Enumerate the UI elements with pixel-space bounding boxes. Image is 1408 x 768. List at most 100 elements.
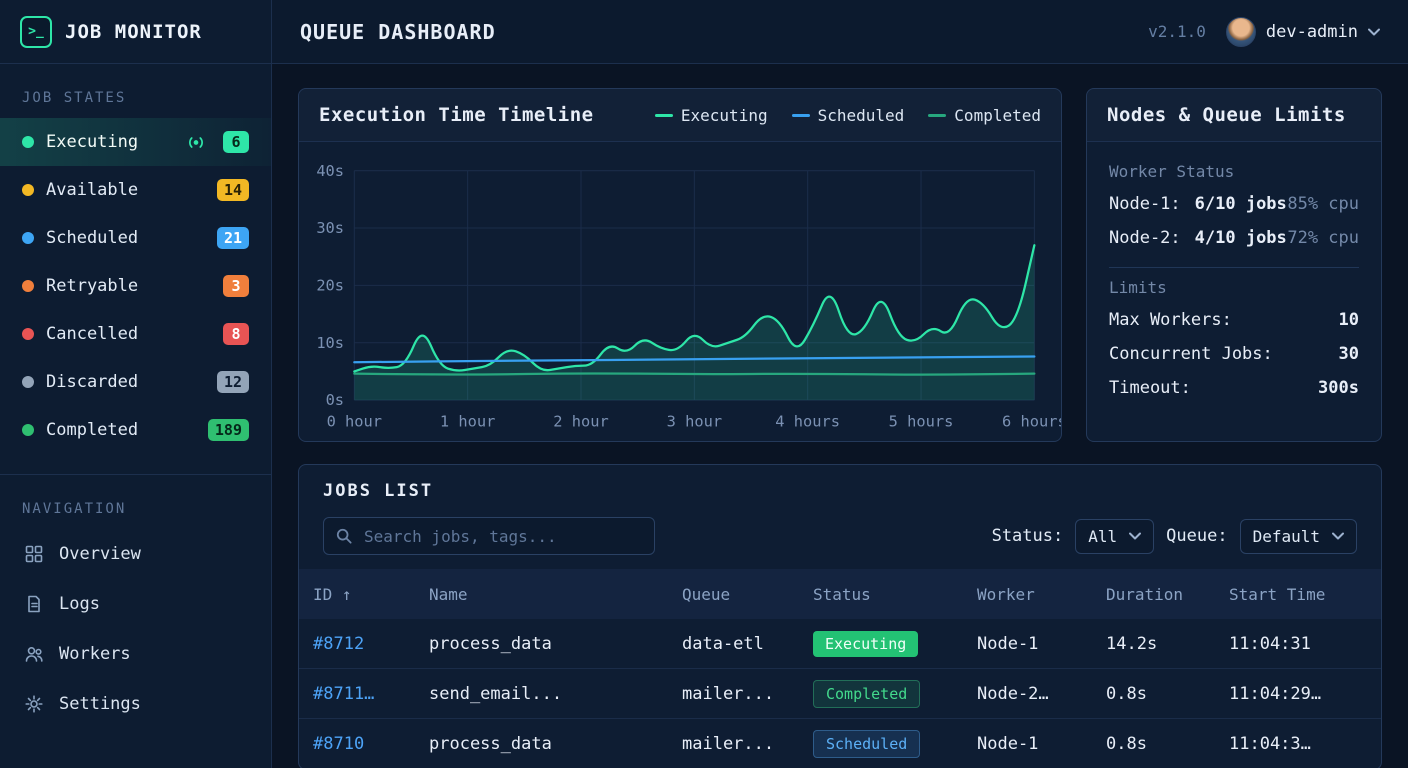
terminal-icon: >_ [20, 15, 52, 48]
node-jobs: 6/10 jobs [1194, 194, 1287, 214]
state-dot [22, 232, 34, 244]
user-menu[interactable]: dev-admin [1225, 16, 1380, 47]
legend-swatch [928, 113, 947, 117]
job-start-time: 11:04:3… [1229, 733, 1311, 754]
column-header-2[interactable]: Queue [682, 585, 813, 604]
header: QUEUE DASHBOARD v2.1.0 dev-admin [272, 0, 1408, 64]
gear-icon [24, 694, 44, 714]
state-count-badge: 12 [216, 371, 249, 393]
sidebar-state-retryable[interactable]: Retryable 3 [0, 262, 271, 310]
job-row[interactable]: #8711… send_email... mailer... Completed Nod… [299, 669, 1381, 720]
job-id-link[interactable]: #8710 [313, 734, 429, 754]
column-header-1[interactable]: Name [429, 585, 682, 604]
legend-scheduled[interactable]: Scheduled [791, 106, 904, 125]
limit-label: Concurrent Jobs: [1109, 344, 1273, 364]
status-filter-value: All [1088, 526, 1118, 546]
node-status-row: Node-1: 6/10 jobs 85% cpu [1109, 187, 1359, 221]
worker-status-label: Worker Status [1109, 162, 1235, 181]
job-states-label: JOB STATES [22, 90, 127, 106]
legend-completed[interactable]: Completed [928, 106, 1041, 125]
legend-executing[interactable]: Executing [654, 105, 768, 125]
job-name: process_data [429, 733, 552, 754]
limit-row: Max Workers: 10 [1109, 303, 1359, 337]
sidebar-state-scheduled[interactable]: Scheduled 21 [0, 214, 271, 262]
nav-item-label: Workers [59, 644, 131, 664]
state-dot [22, 184, 34, 196]
sidebar-state-available[interactable]: Available 14 [0, 166, 271, 214]
svg-text:4 hours: 4 hours [775, 413, 840, 431]
navigation-list: Overview Logs Workers Settings [0, 529, 271, 729]
job-status-cell: Scheduled [813, 729, 977, 758]
sidebar-item-overview[interactable]: Overview [0, 529, 271, 579]
page-title: QUEUE DASHBOARD [300, 19, 496, 44]
nav-item-label: Logs [59, 594, 100, 614]
state-label: Scheduled [46, 228, 139, 248]
sidebar-item-settings[interactable]: Settings [0, 679, 271, 729]
timeline-card: Execution Time Timeline Executing Schedul… [298, 88, 1062, 443]
job-states-list: Executing 6 Available 14 Scheduled 21 Retryabl… [0, 118, 271, 454]
jobs-card: JOBS LIST Status: All Que [298, 464, 1382, 768]
svg-text:0 hour: 0 hour [327, 413, 382, 431]
people-icon [24, 644, 44, 664]
job-queue: mailer... [682, 733, 775, 754]
state-dot [22, 328, 34, 340]
terminal-glyph: >_ [28, 24, 44, 39]
sidebar-state-completed[interactable]: Completed 189 [0, 406, 271, 454]
app-title: JOB MONITOR [65, 20, 202, 43]
timeline-card-title: Execution Time Timeline [319, 104, 594, 126]
job-row[interactable]: #8712 process_data data-etl Executing Node-1… [299, 619, 1381, 670]
jobs-card-header: JOBS LIST Status: All Que [299, 465, 1381, 569]
search-box[interactable] [323, 517, 655, 556]
execution-time-chart: 0s 10s 20s 30s 40s 0 hour 1 hour 2 hour 3 hour 4 … [316, 162, 1061, 431]
limit-label: Timeout: [1109, 378, 1191, 398]
chevron-down-icon [1332, 532, 1344, 540]
svg-text:1 hour: 1 hour [440, 413, 495, 431]
column-header-4[interactable]: Worker [977, 585, 1106, 604]
svg-text:10s: 10s [316, 334, 344, 352]
state-label: Cancelled [46, 324, 139, 344]
column-header-0[interactable]: ID ↑ [313, 585, 429, 604]
job-id-link[interactable]: #8712 [313, 634, 429, 654]
sidebar-item-workers[interactable]: Workers [0, 629, 271, 679]
search-input[interactable] [362, 525, 642, 547]
status-filter-select[interactable]: All [1075, 518, 1155, 554]
top-grid: Execution Time Timeline Executing Schedul… [298, 88, 1382, 443]
job-row[interactable]: #8710 process_data mailer... Scheduled Node-… [299, 719, 1381, 768]
svg-text:0s: 0s [326, 391, 345, 409]
column-header-3[interactable]: Status [813, 585, 977, 604]
live-signal-icon [183, 135, 209, 150]
queue-filter-value: Default [1252, 526, 1320, 546]
column-header-6[interactable]: Start Time [1229, 585, 1381, 604]
sidebar-state-executing[interactable]: Executing 6 [0, 118, 271, 166]
svg-text:40s: 40s [316, 162, 344, 180]
sidebar: >_ JOB MONITOR JOB STATES Executing 6 Avai… [0, 0, 272, 768]
job-worker: Node-2… [977, 683, 1049, 704]
dashboard-main: Execution Time Timeline Executing Schedul… [272, 64, 1408, 768]
sidebar-item-logs[interactable]: Logs [0, 579, 271, 629]
column-header-5[interactable]: Duration [1106, 585, 1229, 604]
state-count-badge: 21 [216, 227, 249, 249]
job-name: send_email... [429, 683, 563, 704]
job-worker: Node-1 [977, 633, 1039, 654]
sidebar-state-cancelled[interactable]: Cancelled 8 [0, 310, 271, 358]
state-count-badge: 3 [223, 275, 249, 297]
main-column: QUEUE DASHBOARD v2.1.0 dev-admin Executi… [272, 0, 1408, 768]
chevron-down-icon [1129, 532, 1142, 540]
status-badge: Scheduled [813, 729, 921, 758]
svg-text:5 hours: 5 hours [889, 413, 954, 431]
queue-filter-select[interactable]: Default [1239, 518, 1357, 554]
sidebar-state-discarded[interactable]: Discarded 12 [0, 358, 271, 406]
limits-label: Limits [1109, 278, 1167, 297]
svg-text:6 hours: 6 hours [1002, 413, 1061, 431]
legend-swatch [791, 113, 810, 117]
header-right: v2.1.0 dev-admin [1148, 16, 1380, 47]
app-root: { "app": { "title": "JOB MONITOR", "logo… [0, 0, 1408, 768]
job-id-link[interactable]: #8711… [313, 684, 429, 704]
job-duration: 0.8s [1106, 733, 1147, 754]
legend-label: Completed [954, 105, 1041, 125]
status-badge: Completed [813, 679, 921, 708]
legend-label: Executing [680, 105, 768, 125]
node-name: Node-2: [1109, 228, 1181, 248]
nodes-card: Nodes & Queue Limits Worker Status Node-… [1086, 88, 1382, 443]
state-dot [22, 136, 34, 148]
